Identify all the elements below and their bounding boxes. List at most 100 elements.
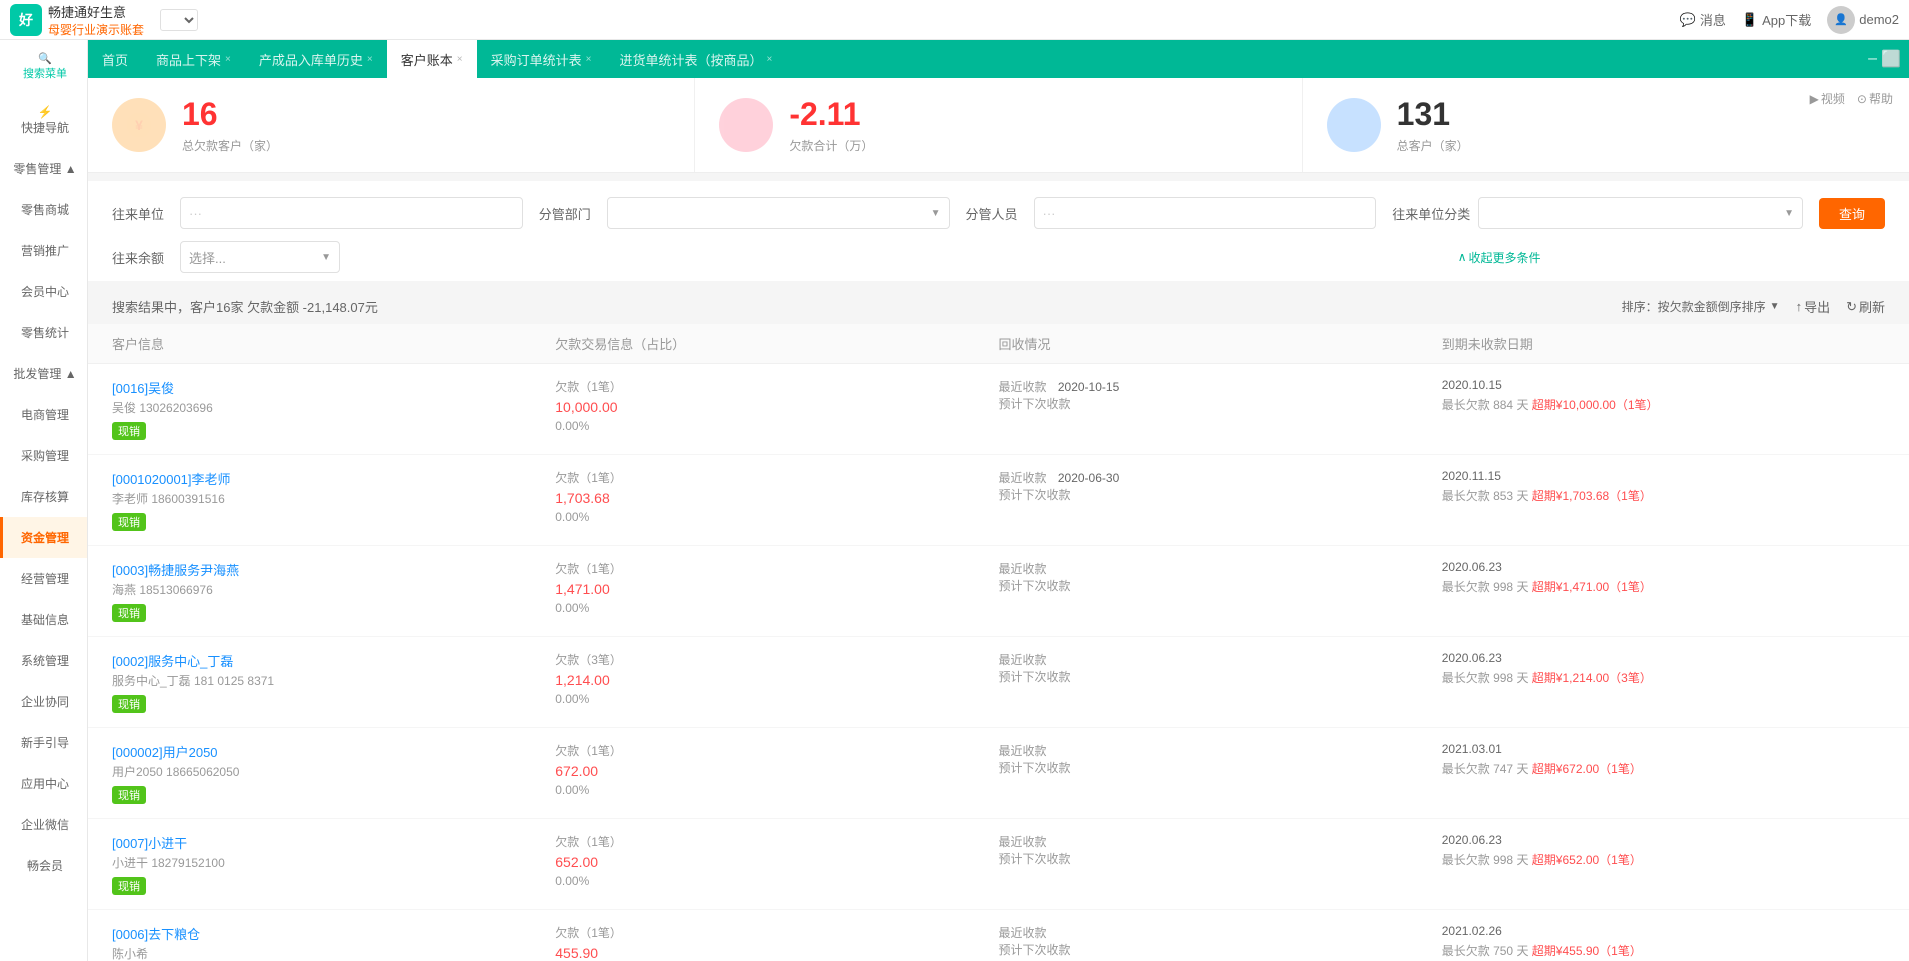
demo-selector[interactable] [160,9,198,31]
sidebar-item-marketing[interactable]: 营销推广 [0,230,87,271]
sidebar-item-operations[interactable]: 经营管理 [0,558,87,599]
sidebar-item-retail-stats[interactable]: 零售统计 [0,312,87,353]
sidebar-item-basic-info[interactable]: 基础信息 [0,599,87,640]
customer-sub-5: 小进干 18279152100 [112,854,555,871]
debt-amount-1: 1,703.68 [555,490,998,506]
sidebar-item-retail-mall[interactable]: 零售商城 [0,189,87,230]
video-btn[interactable]: ▶ 视频 [1810,90,1845,107]
message-btn[interactable]: 💬 消息 [1680,10,1726,29]
tab-inbound-stats-close[interactable]: × [766,54,772,65]
customer-name-3[interactable]: [0002]服务中心_丁磊 [112,654,233,669]
recovery-cell-1: 最近收款 2020-06-30 预计下次收款 [999,469,1442,503]
purchase-label: 采购管理 [7,447,83,464]
tab-inbound-stats[interactable]: 进货单统计表（按商品） × [605,40,786,78]
debt-note-4: 欠款（1笔） [555,742,998,759]
logo-area: 好 畅捷通好生意 母婴行业演示账套 [10,2,144,38]
sidebar-item-quick-nav[interactable]: ⚡ 快捷导航 [0,93,87,148]
app-download-btn[interactable]: 📱 App下载 [1742,10,1811,29]
tab-products[interactable]: 商品上下架 × [142,40,245,78]
debt-ratio-4: 0.00% [555,783,998,797]
manager-input[interactable]: ··· [1034,197,1377,229]
stats-bar: ¥ 16 总欠款客户（家） ◇ -2.11 欠款合计（万） [88,78,1909,173]
help-btn[interactable]: ⊙ 帮助 [1857,90,1893,107]
overdue-link-6[interactable]: 超期¥455.90（1笔） [1532,944,1642,958]
balance-select[interactable]: 选择... ▼ [180,241,340,273]
sidebar-search[interactable]: 🔍 搜索菜单 [0,40,87,93]
stat-top-right-btns: ▶ 视频 ⊙ 帮助 [1810,90,1893,107]
sidebar-item-wholesale[interactable]: 批发管理 ▲ [0,353,87,394]
filter-source-unit: 往来单位 ··· [112,197,523,229]
tab-customer-account[interactable]: 客户账本 × [387,40,477,78]
sidebar-item-purchase[interactable]: 采购管理 [0,435,87,476]
sidebar-item-retail-mgmt[interactable]: 零售管理 ▲ [0,148,87,189]
sidebar-item-system[interactable]: 系统管理 [0,640,87,681]
customer-name-2[interactable]: [0003]畅捷服务尹海燕 [112,563,239,578]
customer-cell-2: [0003]畅捷服务尹海燕 海燕 18513066976 现销 [112,560,555,622]
overdue-link-4[interactable]: 超期¥672.00（1笔） [1532,762,1642,776]
debt-customers-number: 16 [182,96,278,133]
tab-customer-account-close[interactable]: × [457,54,463,65]
refresh-icon: ↻ [1846,299,1857,315]
customer-name-4[interactable]: [000002]用户2050 [112,745,218,760]
sidebar-item-finance[interactable]: 资金管理 [0,517,87,558]
tab-purchase-stats[interactable]: 采购订单统计表 × [477,40,606,78]
due-date-5: 2020.06.23 [1442,833,1885,847]
dept-select[interactable]: ▼ [607,197,950,229]
search-icon: 🔍 [7,52,83,65]
tab-products-close[interactable]: × [225,54,231,65]
sidebar-item-vip[interactable]: 畅会员 [0,845,87,886]
recovery-cell-0: 最近收款 2020-10-15 预计下次收款 [999,378,1442,412]
unit-classify-label: 往来单位分类 [1392,204,1470,223]
debt-cell-3: 欠款（3笔） 1,214.00 0.00% [555,651,998,706]
balance-label: 往来余额 [112,248,172,267]
debt-amount-icon: ◇ [719,98,773,152]
overdue-link-0[interactable]: 超期¥10,000.00（1笔） [1532,398,1659,412]
total-customers-icon [1327,98,1381,152]
sidebar-item-wechat[interactable]: 企业微信 [0,804,87,845]
guide-label: 新手引导 [7,734,83,751]
search-button[interactable]: 查询 [1819,198,1885,229]
refresh-btn[interactable]: ↻ 刷新 [1846,297,1885,316]
sidebar-item-member[interactable]: 会员中心 [0,271,87,312]
sidebar-item-guide[interactable]: 新手引导 [0,722,87,763]
customer-name-0[interactable]: [0016]吴俊 [112,381,174,396]
customer-cell-4: [000002]用户2050 用户2050 18665062050 现销 [112,742,555,804]
tab-home[interactable]: 首页 [88,40,142,78]
overdue-days-5: 最长欠款 998 天 超期¥652.00（1笔） [1442,851,1885,868]
export-btn[interactable]: ↑ 导出 [1796,297,1831,316]
tab-purchase-stats-close[interactable]: × [586,54,592,65]
recovery-label-6: 最近收款 [999,924,1442,941]
stat-card-debt-amount: ◇ -2.11 欠款合计（万） [695,78,1302,172]
overdue-link-3[interactable]: 超期¥1,214.00（3笔） [1532,671,1652,685]
tab-inbound-close[interactable]: × [367,54,373,65]
sort-select[interactable]: 排序：按欠款金额倒序排序 ▼ [1622,298,1780,315]
tab-actions: – ⬜ [1868,49,1909,69]
maximize-icon[interactable]: ⬜ [1881,49,1901,69]
minimize-icon[interactable]: – [1868,50,1877,68]
sidebar-item-appstore[interactable]: 应用中心 [0,763,87,804]
customer-name-6[interactable]: [0006]去下粮仓 [112,927,200,942]
export-label: 导出 [1804,297,1830,316]
sidebar-item-inventory[interactable]: 库存核算 [0,476,87,517]
customer-name-1[interactable]: [0001020001]李老师 [112,472,231,487]
debt-amount-5: 652.00 [555,854,998,870]
source-unit-input[interactable]: ··· [180,197,523,229]
overdue-link-2[interactable]: 超期¥1,471.00（1笔） [1532,580,1652,594]
sidebar-item-enterprise[interactable]: 企业协同 [0,681,87,722]
overdue-link-1[interactable]: 超期¥1,703.68（1笔） [1532,489,1652,503]
tab-inbound[interactable]: 产成品入库单历史 × [245,40,387,78]
customer-name-5[interactable]: [0007]小进干 [112,836,187,851]
debt-ratio-1: 0.00% [555,510,998,524]
debt-note-2: 欠款（1笔） [555,560,998,577]
filter-manager: 分管人员 ··· [966,197,1377,229]
sidebar-item-ecommerce[interactable]: 电商管理 [0,394,87,435]
collapse-btn[interactable]: ∧ 收起更多条件 [1458,249,1541,266]
balance-placeholder: 选择... [189,248,226,267]
app-subtitle[interactable]: 母婴行业演示账套 [48,21,144,38]
user-avatar-btn[interactable]: 👤 demo2 [1827,6,1899,34]
due-cell-6: 2021.02.26 最长欠款 750 天 超期¥455.90（1笔） [1442,924,1885,959]
unit-classify-select[interactable]: ▼ [1478,197,1803,229]
debt-amount-2: 1,471.00 [555,581,998,597]
table-row: [0002]服务中心_丁磊 服务中心_丁磊 181 0125 8371 现销 欠… [88,637,1909,728]
overdue-link-5[interactable]: 超期¥652.00（1笔） [1532,853,1642,867]
